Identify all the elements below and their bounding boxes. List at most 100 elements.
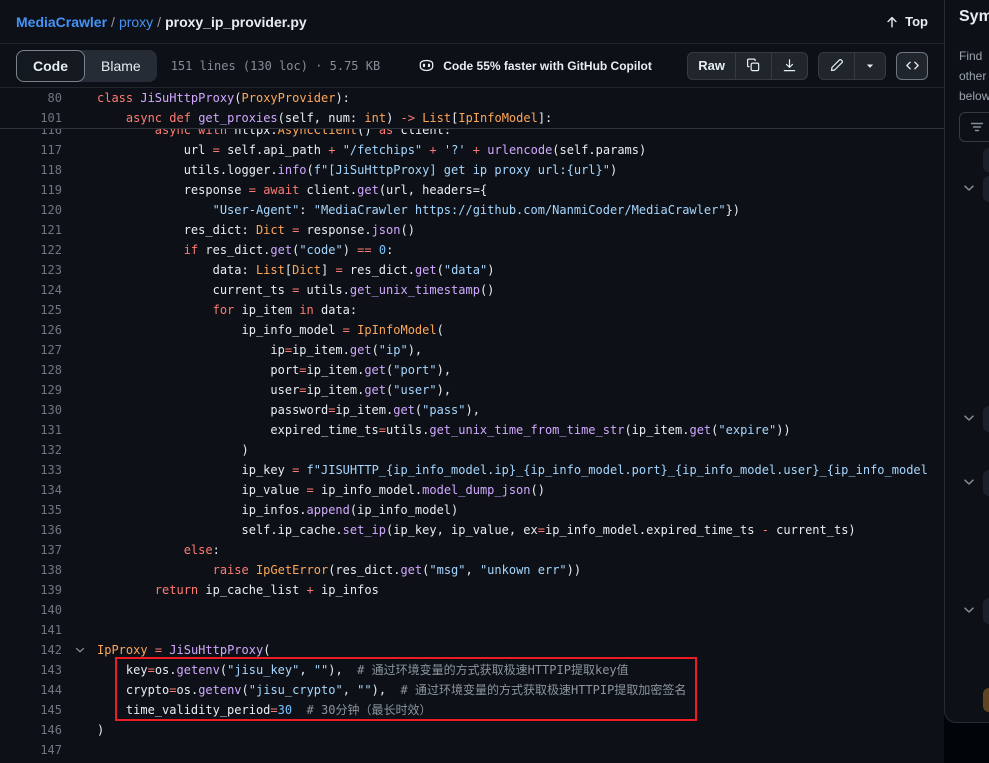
line-number[interactable]: 122 — [0, 240, 62, 260]
line-number[interactable]: 137 — [0, 540, 62, 560]
description-line: other — [959, 66, 989, 86]
line-number[interactable]: 124 — [0, 280, 62, 300]
symbol-chip[interactable] — [983, 598, 989, 624]
code-text: port=ip_item.get("port"), — [97, 360, 451, 380]
edit-dropdown-button[interactable] — [855, 53, 885, 79]
code-text: return ip_cache_list + ip_infos — [97, 580, 379, 600]
line-number[interactable]: 126 — [0, 320, 62, 340]
raw-button[interactable]: Raw — [688, 53, 736, 79]
line-number[interactable]: 101 — [0, 108, 62, 128]
symbol-chip[interactable] — [983, 148, 989, 172]
line-number[interactable]: 145 — [0, 700, 62, 720]
line-number[interactable]: 118 — [0, 160, 62, 180]
line-number[interactable]: 131 — [0, 420, 62, 440]
code-text: else: — [97, 540, 220, 560]
line-number[interactable]: 144 — [0, 680, 62, 700]
code-line-127: 127 ip=ip_item.get("ip"), — [0, 340, 944, 360]
line-number[interactable]: 130 — [0, 400, 62, 420]
line-number[interactable]: 117 — [0, 140, 62, 160]
breadcrumb-separator: / — [157, 14, 161, 30]
raw-actions-group: Raw — [687, 52, 808, 80]
line-number[interactable]: 121 — [0, 220, 62, 240]
symbol-chip[interactable] — [983, 176, 989, 202]
code-line-124: 124 current_ts = utils.get_unix_timestam… — [0, 280, 944, 300]
description-line: below — [959, 86, 989, 106]
download-raw-button[interactable] — [772, 53, 807, 79]
line-number[interactable]: 138 — [0, 560, 62, 580]
file-toolbar: Code Blame 151 lines (130 loc) · 5.75 KB… — [0, 44, 944, 88]
line-number[interactable]: 128 — [0, 360, 62, 380]
code-text: raise IpGetError(res_dict.get("msg", "un… — [97, 560, 581, 580]
line-number[interactable]: 119 — [0, 180, 62, 200]
breadcrumb-folder-link[interactable]: proxy — [119, 14, 153, 30]
code-text: data: List[Dict] = res_dict.get("data") — [97, 260, 494, 280]
back-to-top-button[interactable]: Top — [885, 14, 928, 29]
caret-down-icon — [865, 61, 875, 71]
code-line-129: 129 user=ip_item.get("user"), — [0, 380, 944, 400]
collapse-chevron-icon[interactable] — [62, 643, 97, 657]
line-number[interactable]: 142 — [0, 640, 62, 660]
code-text: utils.logger.info(f"[JiSuHttpProxy] get … — [97, 160, 617, 180]
tab-code[interactable]: Code — [16, 50, 85, 82]
partially-scrolled-line: 116 async with httpx.AsyncClient() as cl… — [0, 129, 944, 140]
line-number[interactable]: 132 — [0, 440, 62, 460]
tab-blame[interactable]: Blame — [85, 50, 157, 82]
line-number[interactable]: 129 — [0, 380, 62, 400]
line-number[interactable]: 80 — [0, 88, 62, 108]
symbols-filter-input[interactable] — [959, 112, 989, 142]
code-text: response = await client.get(url, headers… — [97, 180, 487, 200]
code-text: for ip_item in data: — [97, 300, 357, 320]
line-number[interactable]: 116 — [0, 129, 62, 140]
breadcrumb-separator: / — [111, 14, 115, 30]
symbol-chip[interactable] — [983, 470, 989, 496]
line-number[interactable]: 133 — [0, 460, 62, 480]
code-line-138: 138 raise IpGetError(res_dict.get("msg",… — [0, 560, 944, 580]
line-number[interactable]: 135 — [0, 500, 62, 520]
code-text: ) — [97, 440, 249, 460]
line-number[interactable]: 140 — [0, 600, 62, 620]
code-line-126: 126 ip_info_model = IpInfoModel( — [0, 320, 944, 340]
code-line-101: 101 async def get_proxies(self, num: int… — [0, 108, 944, 128]
line-number[interactable]: 125 — [0, 300, 62, 320]
line-number[interactable]: 143 — [0, 660, 62, 680]
description-line: Find — [959, 46, 989, 66]
edit-file-button[interactable] — [819, 53, 855, 79]
code-line-137: 137 else: — [0, 540, 944, 560]
code-text: self.ip_cache.set_ip(ip_key, ip_value, e… — [97, 520, 856, 540]
line-number[interactable]: 120 — [0, 200, 62, 220]
toolbar-actions: Raw — [687, 52, 928, 80]
line-number[interactable]: 136 — [0, 520, 62, 540]
line-number[interactable]: 146 — [0, 720, 62, 740]
download-icon — [782, 58, 797, 73]
line-number[interactable]: 141 — [0, 620, 62, 640]
code-line-143: 143 key=os.getenv("jisu_key", ""), # 通过环… — [0, 660, 944, 680]
symbols-panel-description: Find other below — [959, 46, 989, 106]
line-number[interactable]: 147 — [0, 740, 62, 760]
code-text: IpProxy = JiSuHttpProxy( — [97, 640, 270, 660]
code-line-122: 122 if res_dict.get("code") == 0: — [0, 240, 944, 260]
chevron-down-icon[interactable] — [961, 410, 977, 426]
code-text: key=os.getenv("jisu_key", ""), # 通过环境变量的… — [97, 660, 629, 680]
code-line-134: 134 ip_value = ip_info_model.model_dump_… — [0, 480, 944, 500]
line-number[interactable]: 127 — [0, 340, 62, 360]
breadcrumb-repo-link[interactable]: MediaCrawler — [16, 14, 107, 30]
line-number[interactable]: 134 — [0, 480, 62, 500]
code-line-140: 140 — [0, 600, 944, 620]
code-text: current_ts = utils.get_unix_timestamp() — [97, 280, 494, 300]
copy-raw-button[interactable] — [736, 53, 772, 79]
code-text: res_dict: Dict = response.json() — [97, 220, 415, 240]
code-text: ip_key = f"JISUHTTP_{ip_info_model.ip}_{… — [97, 460, 928, 480]
code-text: crypto=os.getenv("jisu_crypto", ""), # 通… — [97, 680, 686, 700]
chevron-down-icon[interactable] — [961, 474, 977, 490]
line-number[interactable]: 139 — [0, 580, 62, 600]
code-line-123: 123 data: List[Dict] = res_dict.get("dat… — [0, 260, 944, 280]
code-line-80: 80class JiSuHttpProxy(ProxyProvider): — [0, 88, 944, 108]
symbol-chip[interactable] — [983, 406, 989, 432]
symbols-sidebar: Sym Find other below — [944, 0, 989, 763]
chevron-down-icon[interactable] — [961, 602, 977, 618]
symbol-chip-highlighted[interactable] — [983, 688, 989, 712]
symbols-panel-toggle[interactable] — [896, 52, 928, 80]
line-number[interactable]: 123 — [0, 260, 62, 280]
code-line-128: 128 port=ip_item.get("port"), — [0, 360, 944, 380]
chevron-down-icon[interactable] — [961, 180, 977, 196]
